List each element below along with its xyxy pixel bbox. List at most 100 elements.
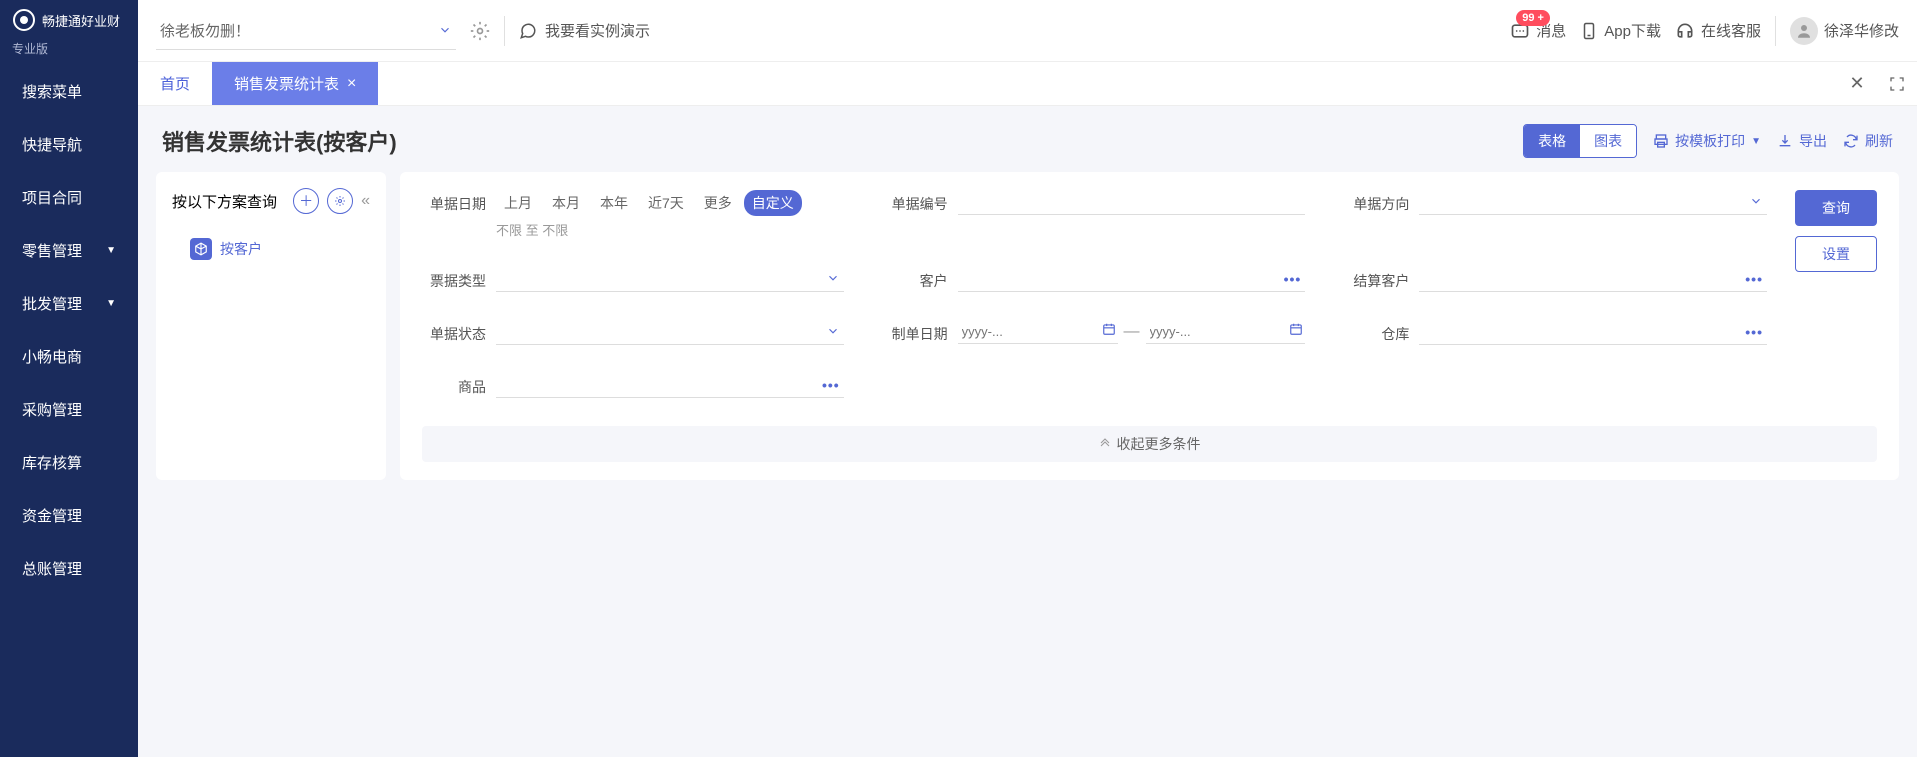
more-icon[interactable]: ••• (1745, 324, 1763, 340)
tab-0[interactable]: 首页 (138, 62, 212, 105)
printer-icon (1653, 133, 1669, 149)
headset-icon (1675, 21, 1695, 41)
create-date-from-input[interactable] (958, 320, 1118, 344)
collapse-conditions-button[interactable]: 收起更多条件 (422, 426, 1877, 462)
sidebar-item-label: 搜索菜单 (22, 81, 82, 102)
brand-name: 畅捷通好业财 (42, 11, 120, 30)
export-label: 导出 (1799, 131, 1827, 151)
more-icon[interactable]: ••• (1284, 271, 1302, 287)
app-download-button[interactable]: App下载 (1580, 20, 1661, 41)
sidebar-item-3[interactable]: 零售管理▼ (0, 224, 138, 277)
query-button[interactable]: 查询 (1795, 190, 1877, 226)
calendar-icon[interactable] (1102, 322, 1116, 336)
close-icon[interactable]: × (347, 75, 356, 93)
sidebar-item-2[interactable]: 项目合同 (0, 171, 138, 224)
settings-button[interactable]: 设置 (1795, 236, 1877, 272)
field-settle-customer: 结算客户 ••• (1345, 267, 1767, 292)
sidebar-item-8[interactable]: 资金管理 (0, 489, 138, 542)
sidebar-item-label: 项目合同 (22, 187, 82, 208)
sidebar-item-9[interactable]: 总账管理 (0, 542, 138, 595)
field-label: 商品 (422, 373, 486, 397)
user-name: 徐泽华修改 (1824, 20, 1899, 41)
collapse-panel-button[interactable]: « (361, 192, 370, 210)
brand-icon (12, 8, 36, 32)
refresh-icon (1843, 133, 1859, 149)
field-label: 单据日期 (422, 190, 486, 214)
mobile-icon (1580, 22, 1598, 40)
chevron-down-icon[interactable] (1749, 194, 1763, 208)
chat-icon (519, 22, 537, 40)
add-scheme-button[interactable]: ＋ (293, 188, 319, 214)
chevron-down-icon[interactable] (826, 271, 840, 285)
date-option[interactable]: 自定义 (744, 190, 802, 216)
sidebar-item-0[interactable]: 搜索菜单 (0, 65, 138, 118)
topbar: 徐老板勿删！ 我要看实例演示 99 + 消息 (138, 0, 1917, 62)
chevron-down-icon: ▼ (1751, 136, 1761, 147)
close-all-tabs-button[interactable]: ✕ (1837, 64, 1877, 104)
scheme-item-by-customer[interactable]: 按客户 (172, 230, 370, 268)
org-selector[interactable]: 徐老板勿删！ (156, 12, 456, 50)
chevron-up-icon (1099, 438, 1111, 450)
view-table-button[interactable]: 表格 (1524, 125, 1580, 157)
sidebar-item-label: 库存核算 (22, 452, 82, 473)
export-button[interactable]: 导出 (1777, 131, 1827, 151)
page-header: 销售发票统计表(按客户) 表格 图表 按模板打印 ▼ 导出 刷新 (138, 106, 1917, 172)
sidebar-item-label: 采购管理 (22, 399, 82, 420)
view-chart-button[interactable]: 图表 (1580, 125, 1636, 157)
messages-badge: 99 + (1516, 10, 1550, 26)
doc-direction-select[interactable] (1419, 190, 1767, 215)
print-button[interactable]: 按模板打印 ▼ (1653, 131, 1761, 151)
fullscreen-button[interactable] (1877, 64, 1917, 104)
warehouse-input[interactable] (1419, 320, 1767, 345)
doc-no-input[interactable] (958, 190, 1306, 215)
field-doc-no: 单据编号 (884, 190, 1306, 239)
invoice-type-select[interactable] (496, 267, 844, 292)
customer-input[interactable] (958, 267, 1306, 292)
tab-1[interactable]: 销售发票统计表 × (212, 62, 378, 105)
brand-edition: 专业版 (0, 40, 138, 65)
more-icon[interactable]: ••• (822, 377, 840, 393)
demo-link-label: 我要看实例演示 (545, 20, 650, 41)
sidebar-item-1[interactable]: 快捷导航 (0, 118, 138, 171)
date-option[interactable]: 上月 (496, 190, 540, 216)
sidebar-item-label: 批发管理 (22, 293, 82, 314)
support-button[interactable]: 在线客服 (1675, 20, 1761, 41)
sidebar-item-7[interactable]: 库存核算 (0, 436, 138, 489)
field-doc-status: 单据状态 (422, 320, 844, 345)
chevron-down-icon (438, 23, 452, 37)
calendar-icon[interactable] (1289, 322, 1303, 336)
sidebar-item-label: 总账管理 (22, 558, 82, 579)
date-option[interactable]: 近7天 (640, 190, 692, 216)
tabs-bar: 首页 销售发票统计表 × ✕ (138, 62, 1917, 106)
range-separator: — (1124, 323, 1140, 341)
settle-customer-input[interactable] (1419, 267, 1767, 292)
query-panel: 查询 设置 单据日期 上月本月本年近7天更多自定义 不限 至 不限 单据编号 (400, 172, 1899, 480)
scheme-settings-button[interactable] (327, 188, 353, 214)
app-download-label: App下载 (1604, 20, 1661, 41)
refresh-button[interactable]: 刷新 (1843, 131, 1893, 151)
doc-status-select[interactable] (496, 320, 844, 345)
sidebar-item-6[interactable]: 采购管理 (0, 383, 138, 436)
sidebar-item-5[interactable]: 小畅电商 (0, 330, 138, 383)
chevron-down-icon[interactable] (826, 324, 840, 338)
sidebar-item-label: 小畅电商 (22, 346, 82, 367)
date-option[interactable]: 本年 (592, 190, 636, 216)
user-menu[interactable]: 徐泽华修改 (1790, 17, 1899, 45)
date-option[interactable]: 更多 (696, 190, 740, 216)
demo-link[interactable]: 我要看实例演示 (519, 20, 650, 41)
sidebar-item-4[interactable]: 批发管理▼ (0, 277, 138, 330)
tab-label: 销售发票统计表 (234, 73, 339, 94)
messages-button[interactable]: 99 + 消息 (1510, 20, 1566, 41)
print-label: 按模板打印 (1675, 131, 1745, 151)
gear-icon[interactable] (470, 21, 490, 41)
product-input[interactable] (496, 373, 844, 398)
export-icon (1777, 133, 1793, 149)
field-label: 单据状态 (422, 320, 486, 344)
more-icon[interactable]: ••• (1745, 271, 1763, 287)
date-option[interactable]: 本月 (544, 190, 588, 216)
create-date-to-input[interactable] (1146, 320, 1306, 344)
date-range-text: 不限 至 不限 (496, 220, 844, 239)
field-label: 单据方向 (1345, 190, 1409, 214)
view-toggle: 表格 图表 (1523, 124, 1637, 158)
scheme-item-label: 按客户 (220, 239, 262, 259)
